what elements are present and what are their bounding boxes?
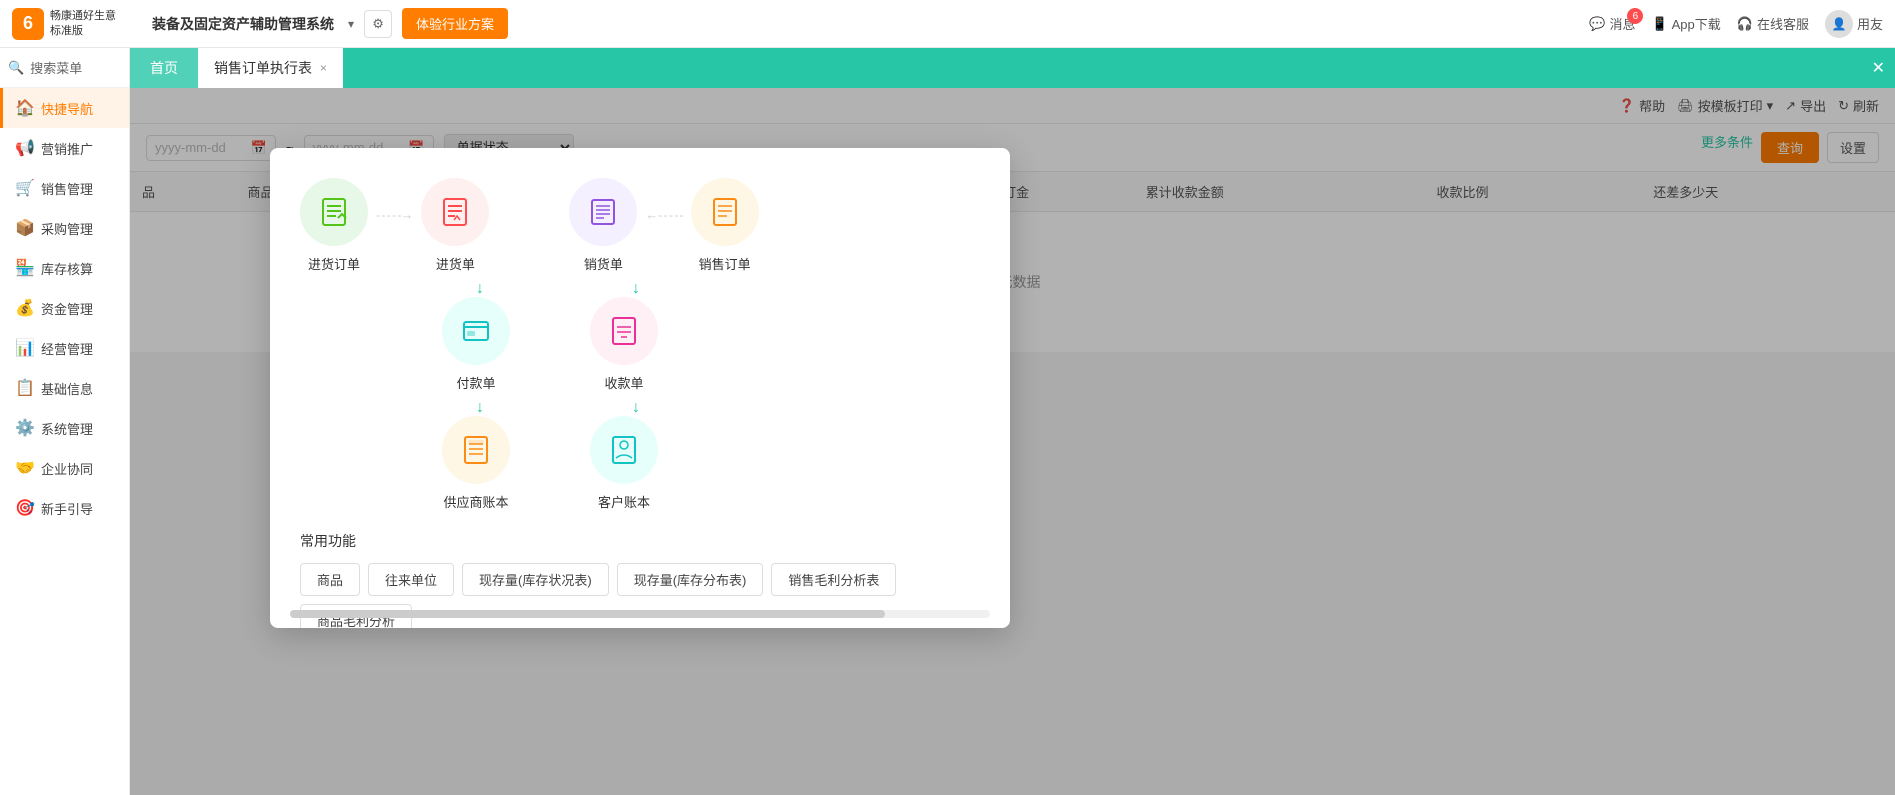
logo-text: 畅康通好生意 标准版	[50, 9, 116, 38]
box-icon: 📦	[15, 218, 33, 238]
store-icon: 🏪	[15, 258, 33, 278]
customer-ledger-circle	[590, 416, 658, 484]
money-icon: 💰	[15, 298, 33, 318]
avatar: 👤	[1825, 10, 1853, 38]
receipt-circle	[590, 297, 658, 365]
flow-node-payment: 付款单	[442, 297, 510, 392]
scrollbar-thumb	[290, 610, 885, 618]
func-buttons-row1: 商品 往来单位 现存量(库存状况表) 现存量(库存分布表) 销售毛利分析表 商品…	[300, 563, 980, 628]
sidebar-item-system[interactable]: ⚙️ 系统管理	[0, 408, 129, 448]
tab-sales-execution[interactable]: 销售订单执行表 ×	[198, 48, 343, 88]
sidebar-item-finance[interactable]: 💰 资金管理	[0, 288, 129, 328]
tabbar-close-button[interactable]: ✕	[1872, 58, 1885, 78]
supplier-ledger-circle	[442, 416, 510, 484]
arrow-down-sales: ↓	[632, 281, 640, 297]
tab-home[interactable]: 首页	[130, 48, 198, 88]
func-btn-sales-margin[interactable]: 销售毛利分析表	[771, 563, 896, 596]
logo-area: 6 畅康通好生意 标准版	[12, 8, 132, 40]
flow-node-customer-ledger: 客户账本	[590, 416, 658, 511]
logo-icon: 6	[12, 8, 44, 40]
search-menu-button[interactable]: 🔍 搜索菜单	[0, 48, 129, 88]
flow-node-purchase-bill: 进货单	[421, 178, 489, 273]
sidebar-item-sales[interactable]: 🛒 销售管理	[0, 168, 129, 208]
sidebar: 🔍 搜索菜单 🏠 快捷导航 📢 营销推广 🛒 销售管理 📦 采购管理 🏪	[0, 48, 130, 795]
handshake-icon: 🤝	[15, 458, 33, 478]
clipboard-icon: 📋	[15, 378, 33, 398]
sidebar-item-marketing[interactable]: 📢 营销推广	[0, 128, 129, 168]
flow-node-sales-order: 销售订单	[691, 178, 759, 273]
modal-overlay[interactable]: 进货订单 - - - - - →	[130, 88, 1895, 795]
user-menu[interactable]: 👤 用友	[1825, 10, 1883, 38]
payment-circle	[442, 297, 510, 365]
sidebar-item-operations[interactable]: 📊 经营管理	[0, 328, 129, 368]
modal-scrollbar[interactable]	[290, 610, 990, 618]
guide-icon: 🎯	[15, 498, 33, 518]
func-btn-partner[interactable]: 往来单位	[368, 563, 454, 596]
topbar-right: 💬 消息 6 📱 App下载 🎧 在线客服 👤 用友	[1589, 10, 1883, 38]
sales-order-circle	[691, 178, 759, 246]
tab-bar: 首页 销售订单执行表 × ✕	[130, 48, 1895, 88]
sidebar-item-cooperation[interactable]: 🤝 企业协同	[0, 448, 129, 488]
experience-button[interactable]: 体验行业方案	[402, 8, 508, 39]
gear-button[interactable]: ⚙	[364, 10, 392, 38]
flow-modal: 进货订单 - - - - - →	[270, 148, 1010, 628]
sidebar-item-purchase[interactable]: 📦 采购管理	[0, 208, 129, 248]
flow-node-receipt: 收款单	[590, 297, 658, 392]
purchase-bill-circle	[421, 178, 489, 246]
arrow-down-purchase: ↓	[476, 281, 484, 297]
flow-node-sales-bill: 销货单	[569, 178, 637, 273]
system-title: 装备及固定资产辅助管理系统	[152, 14, 334, 34]
dropdown-arrow-icon[interactable]: ▾	[348, 17, 354, 31]
message-badge: 6	[1627, 8, 1643, 24]
app-download-button[interactable]: 📱 App下载	[1651, 14, 1720, 33]
search-icon: 🔍	[8, 60, 24, 76]
arrow-down-receipt: ↓	[632, 400, 640, 416]
message-button[interactable]: 💬 消息 6	[1589, 14, 1635, 33]
headset-icon: 🎧	[1737, 16, 1753, 32]
cart-icon: 🛒	[15, 178, 33, 198]
sidebar-item-quick-nav[interactable]: 🏠 快捷导航	[0, 88, 129, 128]
func-btn-product[interactable]: 商品	[300, 563, 360, 596]
sidebar-item-guide[interactable]: 🎯 新手引导	[0, 488, 129, 528]
tab-close-icon[interactable]: ×	[320, 61, 327, 75]
arrow-down-payment: ↓	[476, 400, 484, 416]
func-btn-inventory-dist[interactable]: 现存量(库存分布表)	[617, 563, 764, 596]
flow-node-purchase-order: 进货订单	[300, 178, 368, 273]
home-icon: 🏠	[15, 98, 33, 118]
flow-node-supplier-ledger: 供应商账本	[442, 416, 510, 511]
purchase-order-circle	[300, 178, 368, 246]
settings-icon: ⚙️	[15, 418, 33, 438]
sales-bill-circle	[569, 178, 637, 246]
megaphone-icon: 📢	[15, 138, 33, 158]
message-icon: 💬	[1589, 16, 1605, 32]
page-content: ❓ 帮助 🖨 按模板打印 ▾ ↗ 导出 ↻ 刷新	[130, 88, 1895, 795]
content-area: 首页 销售订单执行表 × ✕ ❓ 帮助 🖨 按模板打印	[130, 48, 1895, 795]
online-service-button[interactable]: 🎧 在线客服	[1737, 14, 1809, 33]
common-functions-title: 常用功能	[300, 531, 980, 551]
sidebar-item-inventory[interactable]: 🏪 库存核算	[0, 248, 129, 288]
chart-icon: 📊	[15, 338, 33, 358]
download-icon: 📱	[1651, 16, 1667, 32]
func-btn-inventory-status[interactable]: 现存量(库存状况表)	[462, 563, 609, 596]
sidebar-item-basic-info[interactable]: 📋 基础信息	[0, 368, 129, 408]
